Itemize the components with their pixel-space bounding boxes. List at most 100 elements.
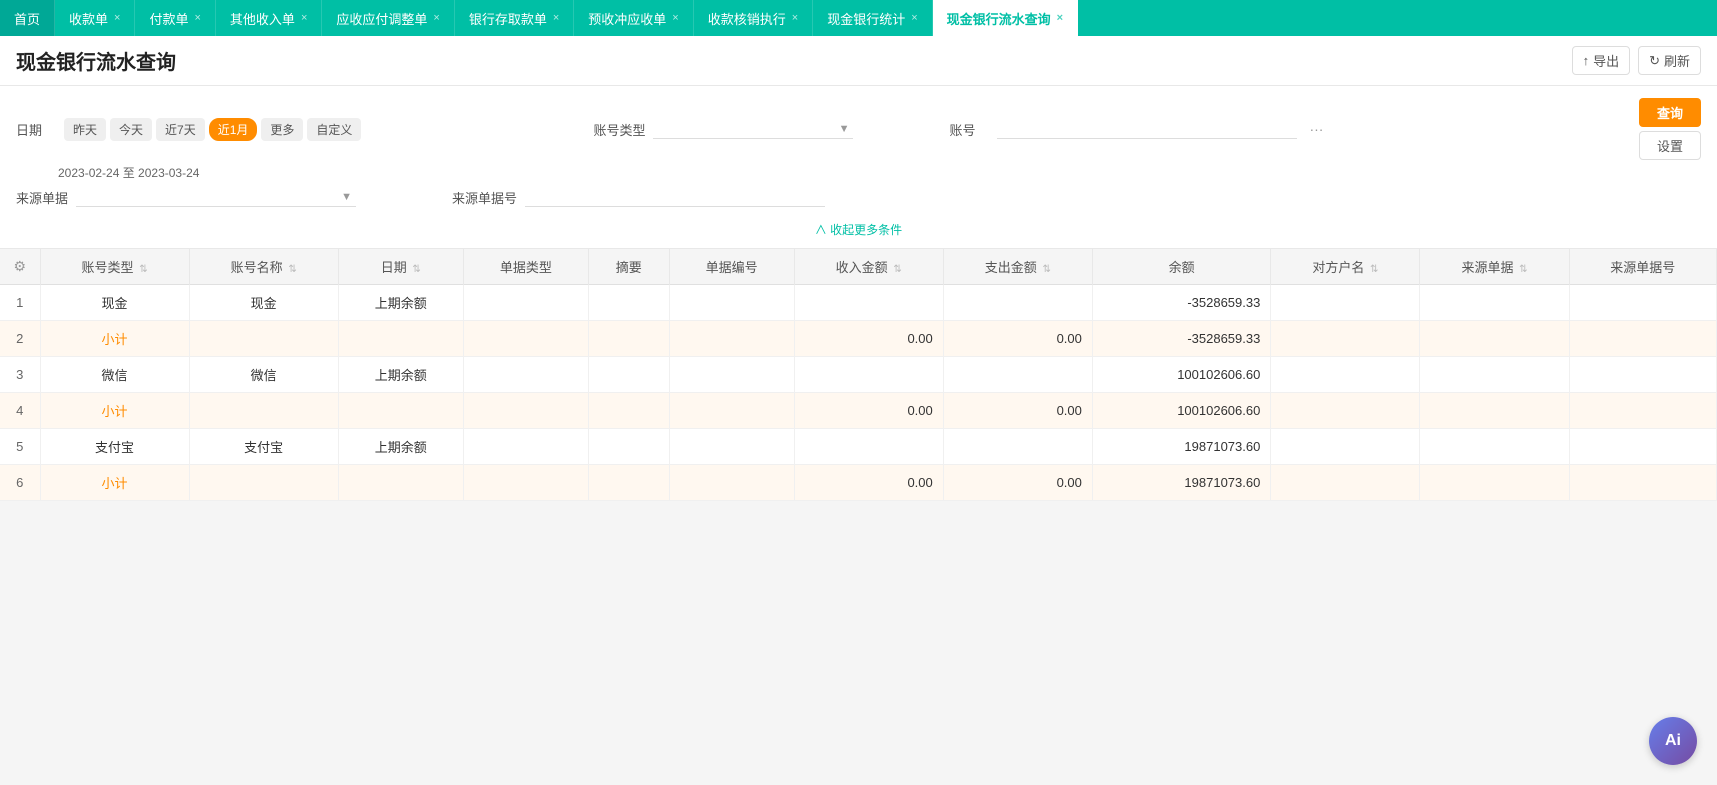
filter-area: 日期 昨天 今天 近7天 近1月 更多 自定义 账号类型 ▼ [0, 86, 1717, 249]
date-more[interactable]: 更多 [261, 118, 303, 141]
close-icon[interactable]: × [301, 12, 307, 24]
close-icon[interactable]: × [792, 12, 798, 24]
sort-icon[interactable]: ⇅ [139, 264, 147, 275]
subtotal-label: 小计 [102, 404, 128, 419]
gear-icon[interactable]: ⚙ [13, 258, 26, 274]
sort-icon[interactable]: ⇅ [1042, 264, 1050, 275]
table-row[interactable]: 5 支付宝 支付宝 上期余额 19871073.60 [0, 429, 1717, 465]
nav-tab-shoukuandan[interactable]: 收款单 × [55, 0, 135, 36]
nav-home[interactable]: 首页 [0, 0, 55, 36]
col-summary: 摘要 [588, 249, 669, 285]
filter-row-2: 来源单据 ▼ 来源单据号 [16, 187, 1701, 207]
sort-icon[interactable]: ⇅ [412, 264, 420, 275]
cell-counterpart [1271, 357, 1420, 393]
cell-source-doc [1420, 393, 1569, 429]
col-doc-no: 单据编号 [669, 249, 794, 285]
date-filter: 日期 昨天 今天 近7天 近1月 更多 自定义 [16, 118, 361, 141]
nav-tab-fukuandan[interactable]: 付款单 × [135, 0, 215, 36]
nav-tab-yushouchong[interactable]: 预收冲应收单 × [574, 0, 693, 36]
cell-balance: 100102606.60 [1092, 393, 1270, 429]
cell-doc-no [669, 429, 794, 465]
sort-icon[interactable]: ⇅ [1370, 264, 1378, 275]
cell-balance: 100102606.60 [1092, 357, 1270, 393]
nav-tab-shoukuanxiaoxiao[interactable]: 收款核销执行 × [694, 0, 813, 36]
table-row[interactable]: 1 现金 现金 上期余额 -3528659.33 [0, 285, 1717, 321]
table-row[interactable]: 3 微信 微信 上期余额 100102606.60 [0, 357, 1717, 393]
cell-source-doc-no [1569, 465, 1716, 501]
cell-source-doc [1420, 465, 1569, 501]
export-button[interactable]: ↑ 导出 [1572, 46, 1631, 75]
close-icon[interactable]: × [194, 12, 200, 24]
query-button[interactable]: 查询 [1639, 98, 1701, 127]
cell-counterpart [1271, 321, 1420, 357]
col-doc-type: 单据类型 [463, 249, 588, 285]
data-table: ⚙ 账号类型 ⇅ 账号名称 ⇅ 日期 ⇅ 单据类型 摘要 [0, 249, 1717, 501]
cell-date: 上期余额 [338, 357, 463, 393]
nav-tab-qitashouru[interactable]: 其他收入单 × [216, 0, 322, 36]
collapse-bar[interactable]: ∧ 收起更多条件 [16, 217, 1701, 240]
close-icon[interactable]: × [911, 12, 917, 24]
nav-tab-xianjinyinhang-query[interactable]: 现金银行流水查询 × [933, 0, 1078, 36]
cell-summary [588, 465, 669, 501]
close-icon[interactable]: × [114, 12, 120, 24]
cell-counterpart [1271, 465, 1420, 501]
cell-expense [943, 285, 1092, 321]
close-icon[interactable]: × [1057, 12, 1063, 24]
date-yesterday[interactable]: 昨天 [64, 118, 106, 141]
close-icon[interactable]: × [433, 12, 439, 24]
cell-balance: -3528659.33 [1092, 321, 1270, 357]
nav-tab-yingshouyingfu[interactable]: 应收应付调整单 × [322, 0, 454, 36]
cell-summary [588, 357, 669, 393]
cell-account-name [189, 321, 338, 357]
cell-date: 上期余额 [338, 285, 463, 321]
settings-button[interactable]: 设置 [1639, 131, 1701, 160]
cell-doc-no [669, 393, 794, 429]
cell-income [794, 429, 943, 465]
date-custom[interactable]: 自定义 [307, 118, 361, 141]
source-doc-num-label: 来源单据号 [452, 188, 517, 207]
collapse-up-icon: ∧ [815, 223, 827, 237]
cell-counterpart [1271, 285, 1420, 321]
nav-tab-xianjinyinhang-stat[interactable]: 现金银行统计 × [813, 0, 932, 36]
close-icon[interactable]: × [672, 12, 678, 24]
cell-doc-type [463, 465, 588, 501]
table-row[interactable]: 6 小计 0.00 0.00 19871073.60 [0, 465, 1717, 501]
cell-source-doc-no [1569, 393, 1716, 429]
table-row[interactable]: 2 小计 0.00 0.00 -3528659.33 [0, 321, 1717, 357]
account-type-select[interactable] [653, 119, 853, 139]
account-input[interactable] [997, 119, 1297, 139]
close-icon[interactable]: × [553, 12, 559, 24]
date-1month[interactable]: 近1月 [209, 118, 258, 141]
cell-income: 0.00 [794, 393, 943, 429]
date-today[interactable]: 今天 [110, 118, 152, 141]
ai-assistant-button[interactable]: Ai [1649, 717, 1697, 765]
source-doc-num-input[interactable] [525, 187, 825, 207]
cell-doc-type [463, 429, 588, 465]
sort-icon[interactable]: ⇅ [1519, 264, 1527, 275]
col-balance: 余额 [1092, 249, 1270, 285]
account-ellipsis-button[interactable]: ··· [1305, 121, 1327, 137]
cell-account-name: 微信 [189, 357, 338, 393]
cell-doc-type [463, 321, 588, 357]
col-source-doc: 来源单据 ⇅ [1420, 249, 1569, 285]
sort-icon[interactable]: ⇅ [288, 264, 296, 275]
cell-account-name [189, 465, 338, 501]
source-doc-select[interactable] [76, 187, 356, 207]
cell-doc-no [669, 357, 794, 393]
cell-income [794, 285, 943, 321]
sort-icon[interactable]: ⇅ [893, 264, 901, 275]
cell-account-type: 小计 [40, 465, 189, 501]
refresh-button[interactable]: ↻ 刷新 [1638, 46, 1701, 75]
source-doc-select-wrapper: ▼ [76, 187, 356, 207]
cell-doc-type [463, 285, 588, 321]
date-7days[interactable]: 近7天 [156, 118, 205, 141]
cell-account-name [189, 393, 338, 429]
cell-source-doc-no [1569, 285, 1716, 321]
refresh-icon: ↻ [1649, 53, 1660, 69]
cell-account-type: 现金 [40, 285, 189, 321]
cell-date [338, 465, 463, 501]
table-row[interactable]: 4 小计 0.00 0.00 100102606.60 [0, 393, 1717, 429]
table-body: 1 现金 现金 上期余额 -3528659.33 2 小计 0.00 0.00 … [0, 285, 1717, 501]
nav-tab-yinhangcunqu[interactable]: 银行存取款单 × [455, 0, 574, 36]
cell-expense [943, 357, 1092, 393]
